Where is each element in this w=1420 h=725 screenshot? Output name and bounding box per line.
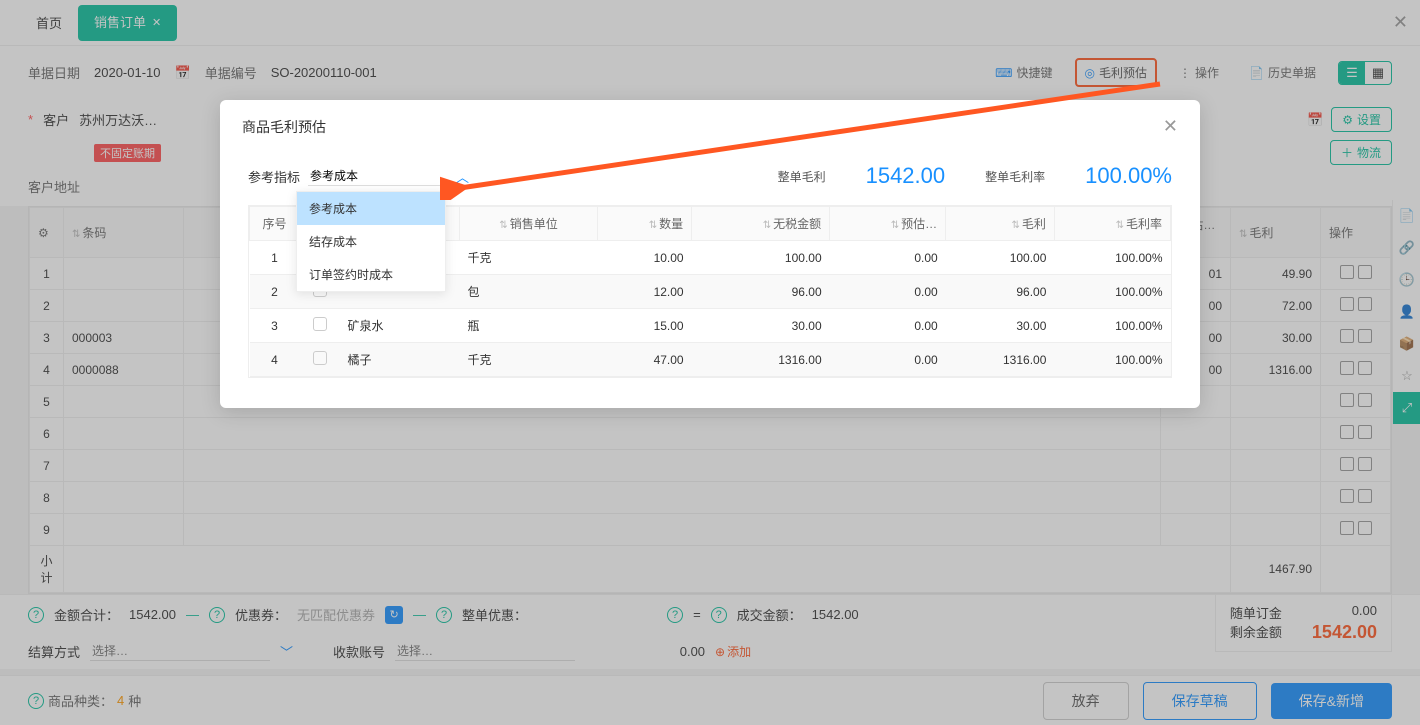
modal-title: 商品毛利预估	[242, 117, 326, 137]
checkbox[interactable]	[313, 351, 327, 365]
cell-name: 橘子	[340, 343, 460, 377]
col-rate: ⇅毛利率	[1054, 207, 1170, 241]
chevron-up-icon[interactable]: ︿	[456, 167, 469, 186]
total-profit-label: 整单毛利	[778, 168, 826, 185]
cell-qty: 47.00	[598, 343, 692, 377]
col-qty: ⇅数量	[598, 207, 692, 241]
cell-est: 0.00	[830, 275, 946, 309]
cell-unit: 瓶	[460, 309, 598, 343]
cell-qty: 15.00	[598, 309, 692, 343]
cell-notax: 100.00	[692, 241, 830, 275]
cell-unit: 千克	[460, 241, 598, 275]
cell-rate: 100.00%	[1054, 309, 1170, 343]
cell-profit: 1316.00	[946, 343, 1055, 377]
dropdown-option[interactable]: 参考成本	[297, 192, 445, 225]
indicator-input[interactable]	[308, 167, 448, 186]
cell-rate: 100.00%	[1054, 241, 1170, 275]
cell-name: 矿泉水	[340, 309, 460, 343]
modal-overlay: 商品毛利预估 ✕ 参考指标 ︿ 参考成本 结存成本 订单签约时成本 整单毛利 1…	[0, 0, 1420, 725]
cell-profit: 96.00	[946, 275, 1055, 309]
dropdown-option[interactable]: 结存成本	[297, 225, 445, 258]
modal-filter: 参考指标 ︿ 参考成本 结存成本 订单签约时成本 整单毛利 1542.00 整单…	[220, 153, 1200, 199]
profit-estimate-modal: 商品毛利预估 ✕ 参考指标 ︿ 参考成本 结存成本 订单签约时成本 整单毛利 1…	[220, 100, 1200, 408]
cell-notax: 96.00	[692, 275, 830, 309]
col-idx[interactable]: 序号	[250, 207, 300, 241]
row-index: 4	[250, 343, 300, 377]
cell-est: 0.00	[830, 241, 946, 275]
dropdown-option[interactable]: 订单签约时成本	[297, 258, 445, 291]
cell-rate: 100.00%	[1054, 343, 1170, 377]
cell-qty: 12.00	[598, 275, 692, 309]
cell-rate: 100.00%	[1054, 275, 1170, 309]
cell-est: 0.00	[830, 343, 946, 377]
modal-header: 商品毛利预估 ✕	[220, 100, 1200, 153]
col-profit: ⇅毛利	[946, 207, 1055, 241]
col-estcost: ⇅预估…	[830, 207, 946, 241]
indicator-dropdown[interactable]: 参考指标 ︿ 参考成本 结存成本 订单签约时成本	[248, 167, 469, 186]
cell-profit: 100.00	[946, 241, 1055, 275]
row-index: 1	[250, 241, 300, 275]
table-row[interactable]: 4 橘子 千克 47.00 1316.00 0.00 1316.00 100.0…	[250, 343, 1171, 377]
indicator-label: 参考指标	[248, 167, 300, 186]
total-rate-label: 整单毛利率	[985, 168, 1045, 185]
total-rate-value: 100.00%	[1085, 163, 1172, 189]
total-profit-value: 1542.00	[866, 163, 946, 189]
cell-notax: 1316.00	[692, 343, 830, 377]
close-icon[interactable]: ✕	[1163, 116, 1178, 137]
table-row[interactable]: 3 矿泉水 瓶 15.00 30.00 0.00 30.00 100.00%	[250, 309, 1171, 343]
cell-unit: 包	[460, 275, 598, 309]
col-notax: ⇅无税金额	[692, 207, 830, 241]
cell-unit: 千克	[460, 343, 598, 377]
checkbox[interactable]	[313, 317, 327, 331]
cell-qty: 10.00	[598, 241, 692, 275]
cell-profit: 30.00	[946, 309, 1055, 343]
cell-notax: 30.00	[692, 309, 830, 343]
row-index: 2	[250, 275, 300, 309]
row-index: 3	[250, 309, 300, 343]
dropdown-list: 参考成本 结存成本 订单签约时成本	[296, 191, 446, 292]
cell-est: 0.00	[830, 309, 946, 343]
col-unit: ⇅销售单位	[460, 207, 598, 241]
